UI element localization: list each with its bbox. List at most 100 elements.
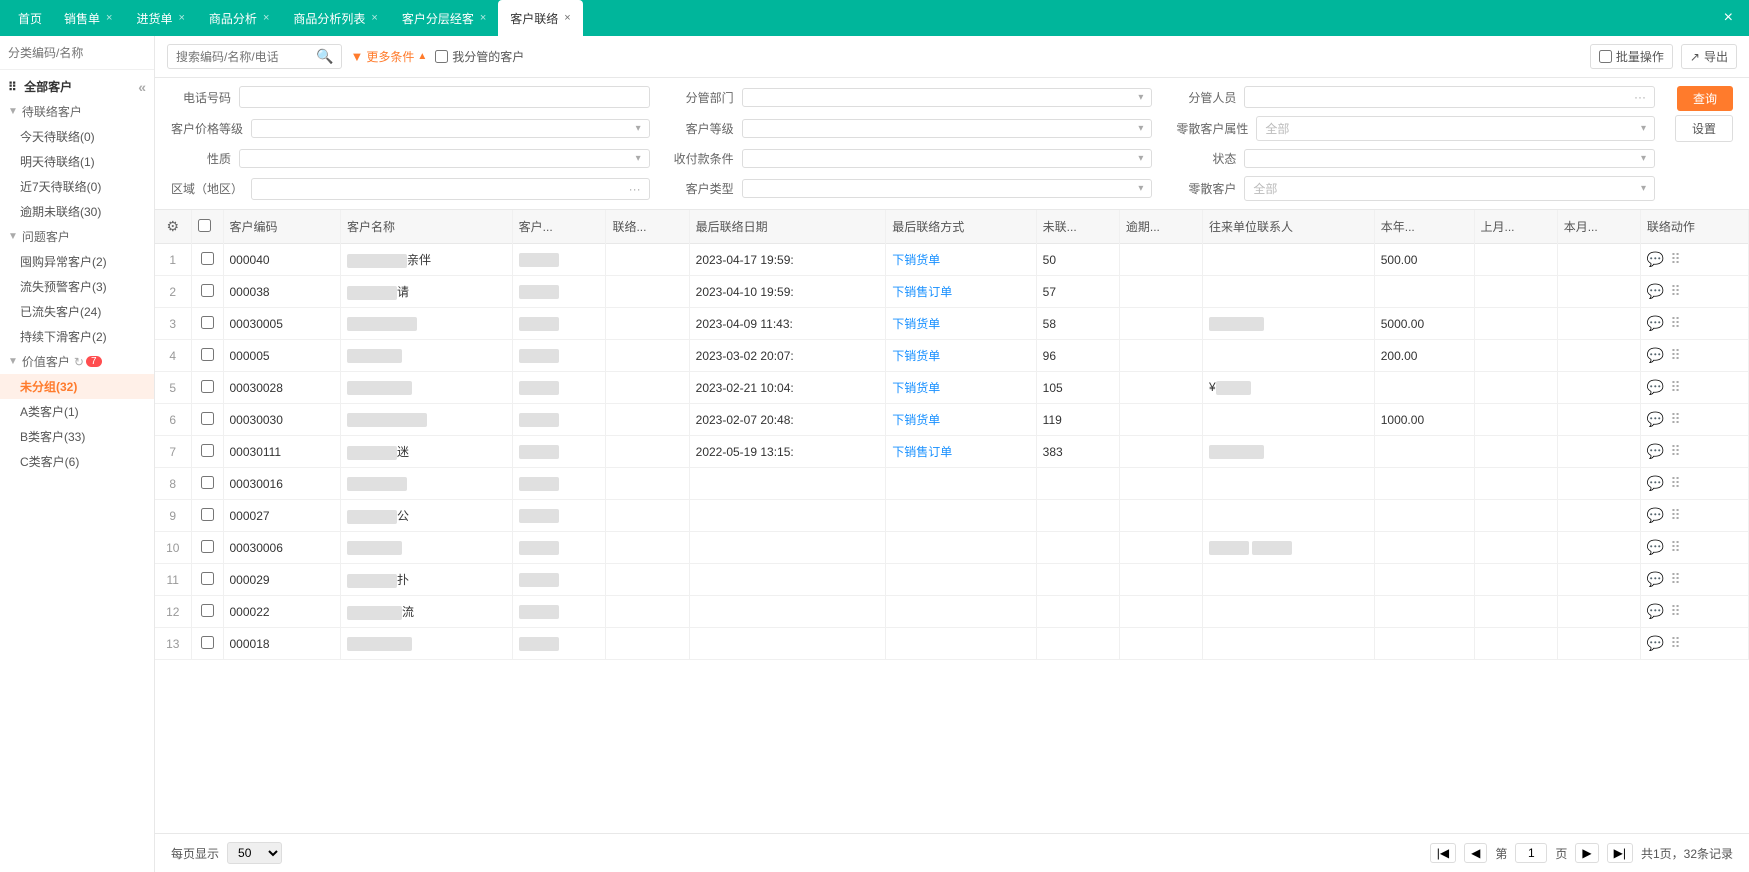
first-page-button[interactable]: |◀ — [1430, 843, 1456, 863]
last-method-link[interactable]: 下销货单 — [892, 317, 940, 331]
grid-icon[interactable]: ⠿ — [1670, 411, 1680, 428]
collapse-icon[interactable]: « — [138, 79, 146, 95]
tab-product-analysis[interactable]: 商品分析 × — [197, 0, 281, 36]
grid-icon[interactable]: ⠿ — [1670, 539, 1680, 556]
prev-page-button[interactable]: ◀ — [1464, 843, 1487, 863]
grid-icon[interactable]: ⠿ — [1670, 347, 1680, 364]
close-icon[interactable]: × — [106, 12, 112, 24]
chat-icon[interactable]: 💬 — [1647, 411, 1664, 428]
row-code: 00030005 — [223, 308, 340, 340]
scattered-select[interactable]: 全部 ▾ — [1244, 176, 1655, 201]
last-page-button[interactable]: ▶| — [1607, 843, 1633, 863]
sidebar-item-declining[interactable]: 持续下滑客户(2) — [0, 324, 154, 349]
sidebar-item-tomorrow[interactable]: 明天待联络(1) — [0, 149, 154, 174]
sidebar-item-abnormal[interactable]: 囤购异常客户(2) — [0, 249, 154, 274]
grid-icon[interactable]: ⠿ — [1670, 443, 1680, 460]
cust-grade-select[interactable]: ▾ — [742, 119, 1153, 138]
grid-icon[interactable]: ⠿ — [1670, 507, 1680, 524]
last-method-link[interactable]: 下销售订单 — [892, 285, 952, 299]
chat-icon[interactable]: 💬 — [1647, 251, 1664, 268]
grid-icon[interactable]: ⠿ — [1670, 251, 1680, 268]
tab-customer-contact[interactable]: 客户联络 × — [498, 0, 582, 36]
last-method-link[interactable]: 下销货单 — [892, 413, 940, 427]
page-input[interactable] — [1515, 843, 1547, 863]
close-icon[interactable]: × — [178, 12, 184, 24]
chat-icon[interactable]: 💬 — [1647, 283, 1664, 300]
refresh-icon[interactable]: ↻ — [74, 355, 84, 369]
sidebar-item-a-class[interactable]: A类客户(1) — [0, 399, 154, 424]
chat-icon[interactable]: 💬 — [1647, 635, 1664, 652]
close-icon[interactable]: × — [371, 12, 377, 24]
chat-icon[interactable]: 💬 — [1647, 475, 1664, 492]
close-icon[interactable]: × — [564, 12, 570, 24]
sidebar-item-churned[interactable]: 已流失客户(24) — [0, 299, 154, 324]
row-action: 💬 ⠿ — [1640, 372, 1748, 404]
manager-select[interactable]: ··· — [1244, 86, 1655, 108]
close-all-button[interactable]: × — [1716, 9, 1741, 27]
tab-customer-segment[interactable]: 客户分层经客 × — [390, 0, 498, 36]
all-customers-header[interactable]: ⠿ 全部客户 « — [0, 70, 154, 99]
cust-type-select[interactable]: ▾ — [742, 179, 1153, 198]
sidebar-item-unclassified[interactable]: 未分组(32) — [0, 374, 154, 399]
search-input[interactable] — [176, 50, 316, 64]
query-button[interactable]: 查询 — [1677, 86, 1733, 111]
last-method-link[interactable]: 下销货单 — [892, 349, 940, 363]
export-button[interactable]: ↗ 导出 — [1681, 44, 1737, 69]
my-customers-checkbox[interactable]: 我分管的客户 — [435, 48, 524, 65]
tab-sales[interactable]: 销售单 × — [52, 0, 124, 36]
chat-icon[interactable]: 💬 — [1647, 379, 1664, 396]
bulk-action-button[interactable]: 批量操作 — [1590, 44, 1673, 69]
scattered-attr-label: 零散客户属性 — [1176, 120, 1248, 137]
scattered-attr-select[interactable]: 全部 ▾ — [1256, 116, 1655, 141]
chat-icon[interactable]: 💬 — [1647, 603, 1664, 620]
more-conditions-button[interactable]: ▼ 更多条件 ▲ — [350, 48, 427, 65]
region-select[interactable]: ··· — [251, 178, 650, 200]
next-page-button[interactable]: ▶ — [1575, 843, 1598, 863]
nature-select[interactable]: ▾ — [239, 149, 650, 168]
price-grade-select[interactable]: ▾ — [251, 119, 650, 138]
status-select[interactable]: ▾ — [1244, 149, 1655, 168]
close-icon[interactable]: × — [480, 12, 486, 24]
row-last-month — [1474, 468, 1557, 500]
grid-icon[interactable]: ⠿ — [1670, 635, 1680, 652]
sidebar-item-c-class[interactable]: C类客户(6) — [0, 449, 154, 474]
last-method-link[interactable]: 下销货单 — [892, 253, 940, 267]
sidebar-group-problem[interactable]: ▼ 问题客户 — [0, 224, 154, 249]
reset-button[interactable]: 设置 — [1675, 115, 1733, 142]
chat-icon[interactable]: 💬 — [1647, 539, 1664, 556]
sidebar-item-today[interactable]: 今天待联络(0) — [0, 124, 154, 149]
sidebar-search-input[interactable] — [8, 46, 155, 60]
sidebar-group-pending[interactable]: ▼ 待联络客户 — [0, 99, 154, 124]
sidebar-item-b-class[interactable]: B类客户(33) — [0, 424, 154, 449]
grid-icon[interactable]: ⠿ — [1670, 571, 1680, 588]
chat-icon[interactable]: 💬 — [1647, 507, 1664, 524]
sidebar-item-churn-warning[interactable]: 流失预警客户(3) — [0, 274, 154, 299]
chat-icon[interactable]: 💬 — [1647, 347, 1664, 364]
row-overdue — [1119, 468, 1202, 500]
grid-icon[interactable]: ⠿ — [1670, 603, 1680, 620]
row-code: 000038 — [223, 276, 340, 308]
phone-input[interactable] — [239, 86, 650, 108]
sidebar-item-7days[interactable]: 近7天待联络(0) — [0, 174, 154, 199]
last-method-link[interactable]: 下销货单 — [892, 381, 940, 395]
page-size-select[interactable]: 50 100 200 — [227, 842, 282, 864]
tab-purchase[interactable]: 进货单 × — [124, 0, 196, 36]
grid-icon[interactable]: ⠿ — [1670, 475, 1680, 492]
grid-icon[interactable]: ⠿ — [1670, 379, 1680, 396]
grid-icon[interactable]: ⠿ — [1670, 283, 1680, 300]
tab-product-analysis-list[interactable]: 商品分析列表 × — [281, 0, 389, 36]
dept-select[interactable]: ▾ — [742, 88, 1153, 107]
chat-icon[interactable]: 💬 — [1647, 571, 1664, 588]
tab-home[interactable]: 首页 — [8, 0, 52, 36]
chat-icon[interactable]: 💬 — [1647, 443, 1664, 460]
chat-icon[interactable]: 💬 — [1647, 315, 1664, 332]
last-method-link[interactable]: 下销售订单 — [892, 445, 952, 459]
close-icon[interactable]: × — [263, 12, 269, 24]
search-icon[interactable]: 🔍 — [316, 48, 333, 65]
sidebar-group-score[interactable]: ▼ 价值客户 ↻ 7 — [0, 349, 154, 374]
select-all-checkbox[interactable] — [198, 219, 211, 232]
sidebar-item-overdue[interactable]: 逾期未联络(30) — [0, 199, 154, 224]
payment-select[interactable]: ▾ — [742, 149, 1153, 168]
grid-icon[interactable]: ⠿ — [1670, 315, 1680, 332]
gear-icon[interactable]: ⚙ — [166, 218, 179, 234]
